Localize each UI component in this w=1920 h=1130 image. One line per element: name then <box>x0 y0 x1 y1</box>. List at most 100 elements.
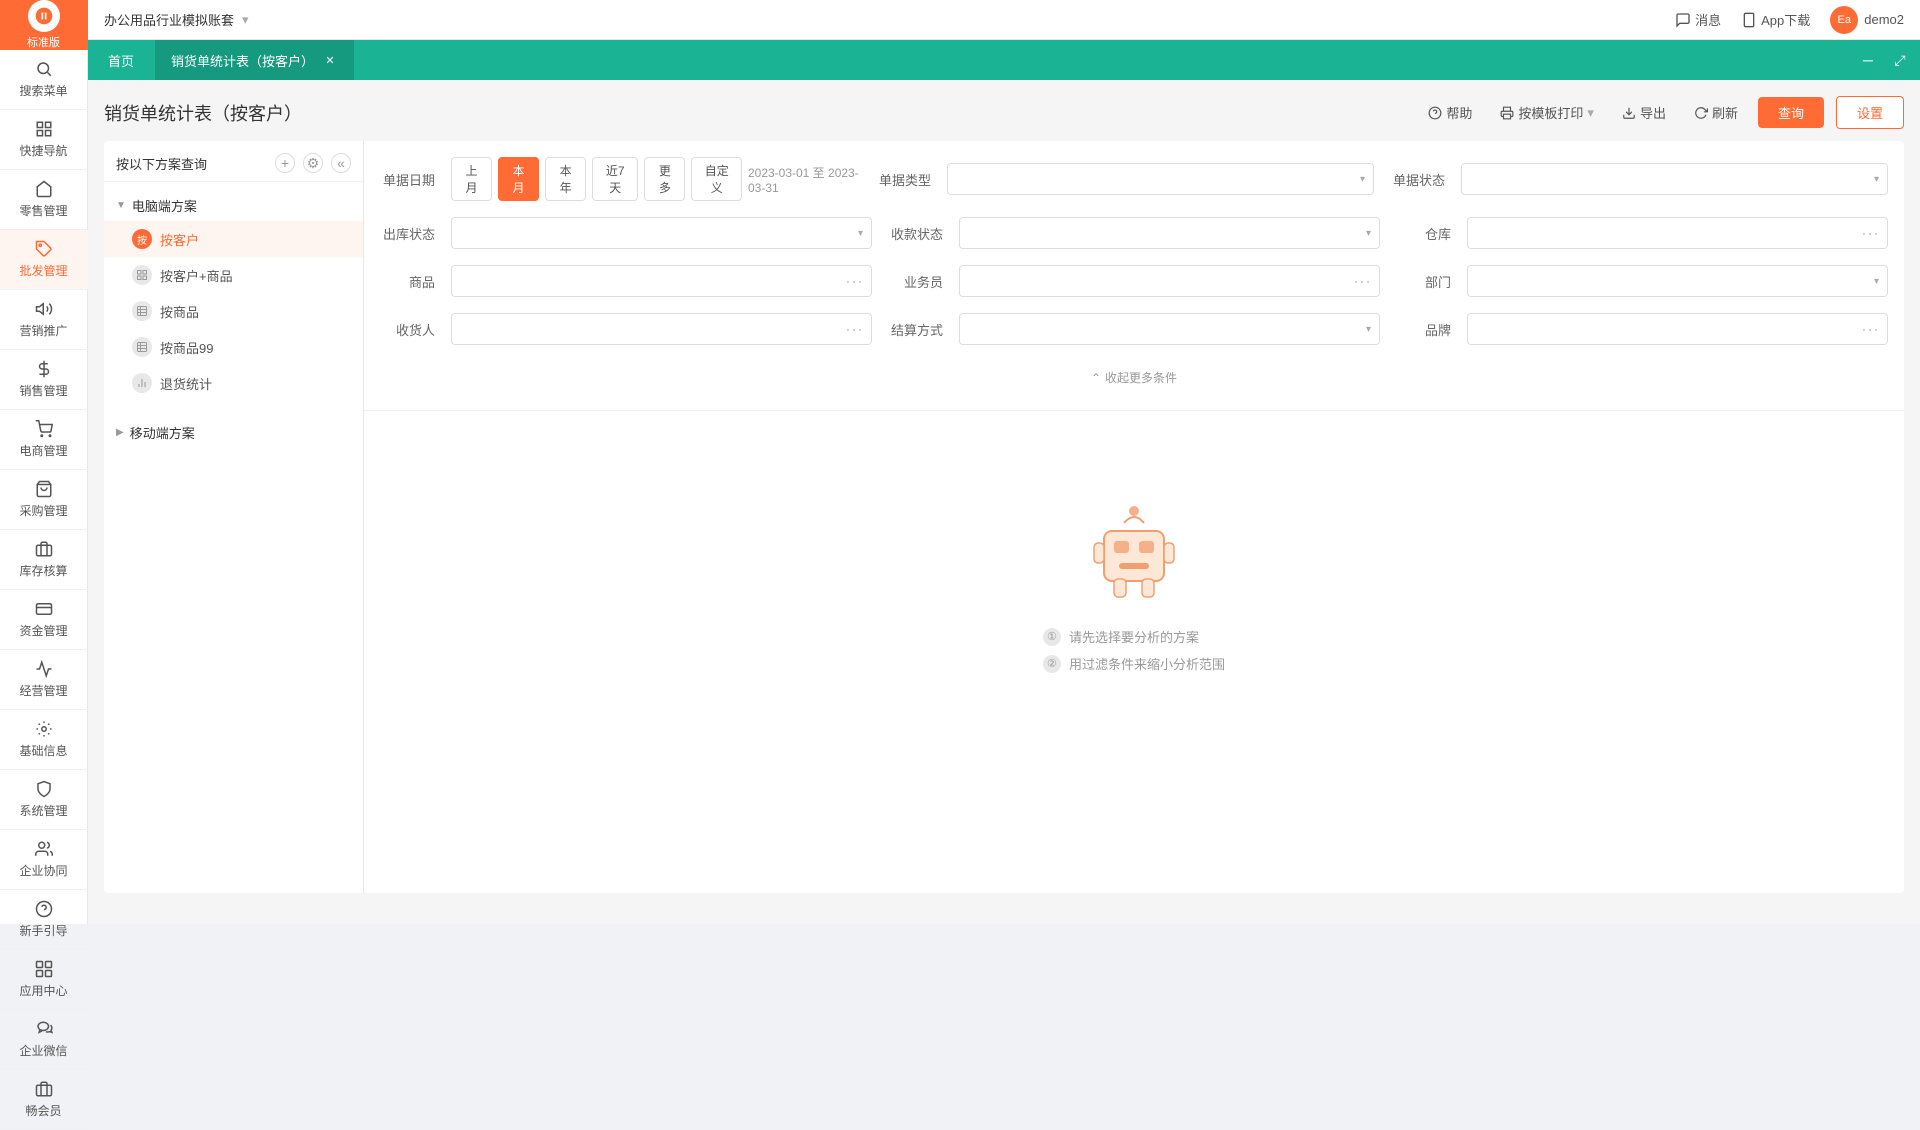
tab-maximize-icon[interactable]: ⤢ <box>1888 48 1912 72</box>
scheme-item-customer[interactable]: 按 按客户 <box>104 221 363 257</box>
help-btn[interactable]: 帮助 <box>1420 99 1480 126</box>
sidebar-label-finance: 资金管理 <box>19 622 67 639</box>
tab-current[interactable]: 销货单统计表（按客户） ✕ <box>154 40 354 80</box>
app-subtitle: 标准版 <box>27 34 60 50</box>
pay-status-arrow: ▾ <box>1366 228 1371 239</box>
sidebar-item-collab[interactable]: 企业协同 <box>0 830 88 890</box>
refresh-btn[interactable]: 刷新 <box>1686 99 1746 126</box>
sidebar-item-operation[interactable]: 经营管理 <box>0 650 88 710</box>
query-btn[interactable]: 查询 <box>1758 97 1824 128</box>
tab-home[interactable]: 首页 <box>88 40 154 80</box>
scheme-item-customer-goods[interactable]: 按客户+商品 <box>104 257 363 293</box>
tab-minimize-icon[interactable]: ─ <box>1856 48 1880 72</box>
sidebar-item-basic[interactable]: 基础信息 <box>0 710 88 770</box>
brand-select[interactable]: ··· <box>1467 313 1888 345</box>
status-select[interactable]: ▾ <box>1461 163 1888 195</box>
date-section: 上月 本月 本年 近7天 更多 自定义 2023-03-01 至 2023-03… <box>451 157 860 201</box>
pc-group-label: 电脑端方案 <box>132 196 197 215</box>
empty-tips: ① 请先选择要分析的方案 ② 用过滤条件来缩小分析范围 <box>1043 627 1225 673</box>
date-btn-thisyear[interactable]: 本年 <box>545 157 586 201</box>
warehouse-dots[interactable]: ··· <box>1861 223 1879 244</box>
staff-label: 业务员 <box>888 272 943 291</box>
tab-home-label: 首页 <box>108 51 134 70</box>
tab-close-btn[interactable]: ✕ <box>322 52 338 68</box>
scheme-title: 按以下方案查询 <box>116 154 207 173</box>
dept-select[interactable]: ▾ <box>1467 265 1888 297</box>
user-area[interactable]: Ea demo2 <box>1830 6 1904 34</box>
tip-num-1: ① <box>1043 628 1061 646</box>
sidebar-item-guide[interactable]: 新手引导 <box>0 890 88 950</box>
page-title: 销货单统计表（按客户） <box>104 100 302 126</box>
sidebar-item-weixin[interactable]: 企业微信 <box>0 1010 88 1070</box>
sidebar-label-collab: 企业协同 <box>19 862 67 879</box>
scheme-item-customer-icon: 按 <box>132 229 152 249</box>
warehouse-select[interactable]: ··· <box>1467 217 1888 249</box>
header-left: 办公用品行业模拟账套 ▾ <box>104 10 249 29</box>
sidebar-item-finance[interactable]: 资金管理 <box>0 590 88 650</box>
goods-dots[interactable]: ··· <box>845 271 863 292</box>
out-status-select[interactable]: ▾ <box>451 217 872 249</box>
sidebar-label-inventory: 库存核算 <box>19 562 67 579</box>
settle-select[interactable]: ▾ <box>959 313 1380 345</box>
sidebar-item-sales[interactable]: 销售管理 <box>0 350 88 410</box>
pay-status-select[interactable]: ▾ <box>959 217 1380 249</box>
staff-select[interactable]: ··· <box>959 265 1380 297</box>
receiver-select[interactable]: ··· <box>451 313 872 345</box>
staff-dots[interactable]: ··· <box>1353 271 1371 292</box>
status-dropdown-arrow: ▾ <box>1874 174 1879 185</box>
messages-btn[interactable]: 消息 <box>1675 10 1721 29</box>
sidebar-item-inventory[interactable]: 库存核算 <box>0 530 88 590</box>
date-btn-7days[interactable]: 近7天 <box>592 157 638 201</box>
goods-label: 商品 <box>380 272 435 291</box>
scheme-add-btn[interactable]: + <box>275 153 295 173</box>
scheme-group-pc-header[interactable]: ▼ 电脑端方案 <box>104 190 363 221</box>
scheme-collapse-btn[interactable]: « <box>331 153 351 173</box>
empty-illustration <box>1074 491 1194 611</box>
scheme-group-mobile-header[interactable]: ▶ 移动端方案 <box>104 417 363 448</box>
type-select[interactable]: ▾ <box>947 163 1374 195</box>
date-btn-more[interactable]: 更多 <box>644 157 685 201</box>
settings-btn[interactable]: 设置 <box>1836 96 1904 129</box>
page-content: 销货单统计表（按客户） 帮助 按模板打印 ▾ 导出 刷新 <box>88 80 1920 924</box>
scheme-item-goods[interactable]: 按商品 <box>104 293 363 329</box>
sidebar-item-ecommerce[interactable]: 电商管理 <box>0 410 88 470</box>
sidebar-item-quicknav[interactable]: 快捷导航 <box>0 110 88 170</box>
sidebar-item-search[interactable]: 搜索菜单 <box>0 50 88 110</box>
date-btn-lastmonth[interactable]: 上月 <box>451 157 492 201</box>
sidebar-item-member[interactable]: 畅会员 <box>0 1070 88 1130</box>
sidebar-item-wholesale[interactable]: 批发管理 <box>0 230 88 290</box>
sidebar-label-basic: 基础信息 <box>19 742 67 759</box>
header-right: 消息 App下载 Ea demo2 <box>1675 6 1904 34</box>
pay-status-label: 收款状态 <box>888 224 943 243</box>
sidebar-item-marketing[interactable]: 营销推广 <box>0 290 88 350</box>
sidebar-item-system[interactable]: 系统管理 <box>0 770 88 830</box>
empty-tip-2: ② 用过滤条件来缩小分析范围 <box>1043 654 1225 673</box>
collapse-btn[interactable]: ⌃ 收起更多条件 <box>1083 361 1185 394</box>
goods-select[interactable]: ··· <box>451 265 872 297</box>
sidebar-label-purchase: 采购管理 <box>19 502 67 519</box>
sidebar-item-retail[interactable]: 零售管理 <box>0 170 88 230</box>
export-btn[interactable]: 导出 <box>1614 99 1674 126</box>
app-logo: 标准版 <box>0 0 88 50</box>
app-download-label: App下载 <box>1761 10 1810 29</box>
empty-state: ① 请先选择要分析的方案 ② 用过滤条件来缩小分析范围 <box>364 411 1904 753</box>
sidebar-item-apps[interactable]: 应用中心 <box>0 950 88 1010</box>
scheme-item-goods99[interactable]: 按商品99 <box>104 329 363 365</box>
scheme-edit-btn[interactable]: ⚙ <box>303 153 323 173</box>
brand-dots[interactable]: ··· <box>1861 319 1879 340</box>
sidebar-item-purchase[interactable]: 采购管理 <box>0 470 88 530</box>
app-download-btn[interactable]: App下载 <box>1741 10 1810 29</box>
receiver-dots[interactable]: ··· <box>845 319 863 340</box>
dropdown-arrow[interactable]: ▾ <box>242 12 249 28</box>
template-print-btn[interactable]: 按模板打印 ▾ <box>1492 99 1602 126</box>
date-btn-thismonth[interactable]: 本月 <box>498 157 539 201</box>
scheme-item-returns[interactable]: 退货统计 <box>104 365 363 401</box>
sidebar: 标准版 搜索菜单 快捷导航 零售管理 批发管理 营销推广 销售管理 电商管理 采… <box>0 0 88 924</box>
scheme-panel: 按以下方案查询 + ⚙ « ▼ 电脑端方案 按 按客户 <box>104 141 364 893</box>
sidebar-label-ecommerce: 电商管理 <box>19 442 67 459</box>
template-print-arrow[interactable]: ▾ <box>1587 105 1594 121</box>
date-btn-custom[interactable]: 自定义 <box>691 157 742 201</box>
sidebar-label-wholesale: 批发管理 <box>19 262 67 279</box>
messages-label: 消息 <box>1695 10 1721 29</box>
date-label: 单据日期 <box>380 170 435 189</box>
